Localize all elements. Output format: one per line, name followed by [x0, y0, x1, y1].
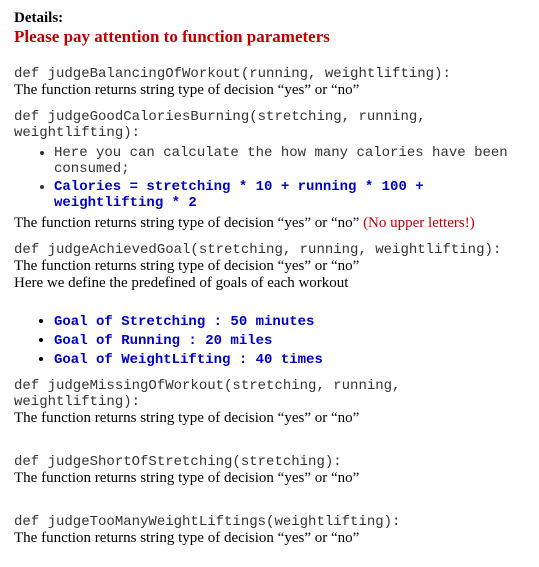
fn-balancing-sig: def judgeBalancingOfWorkout(running, wei…: [14, 66, 525, 82]
fn-goal-desc2: Here we define the predefined of goals o…: [14, 275, 525, 292]
fn-calories-desc: The function returns string type of deci…: [14, 215, 525, 232]
goal-weightlifting: Goal of WeightLifting : 40 times: [54, 352, 323, 368]
fn-goal-sig: def judgeAchievedGoal(stretching, runnin…: [14, 242, 525, 258]
fn-calories-li1: Here you can calculate the how many calo…: [54, 145, 525, 177]
fn-toomany-sig: def judgeTooManyWeightLiftings(weightlif…: [14, 514, 525, 530]
fn-short-sig: def judgeShortOfStretching(stretching):: [14, 454, 525, 470]
fn-goal-desc: The function returns string type of deci…: [14, 258, 525, 275]
fn-short-desc: The function returns string type of deci…: [14, 470, 525, 487]
details-heading: Details:: [14, 10, 525, 27]
fn-balancing-desc: The function returns string type of deci…: [14, 82, 525, 99]
fn-missing-desc: The function returns string type of deci…: [14, 410, 525, 427]
fn-calories-formula: Calories = stretching * 10 + running * 1…: [54, 179, 424, 211]
fn-toomany-desc: The function returns string type of deci…: [14, 530, 525, 547]
attention-heading: Please pay attention to function paramet…: [14, 27, 525, 47]
fn-missing-sig: def judgeMissingOfWorkout(stretching, ru…: [14, 378, 525, 410]
goal-running: Goal of Running : 20 miles: [54, 333, 272, 349]
fn-calories-sig: def judgeGoodCaloriesBurning(stretching,…: [14, 109, 525, 141]
goal-stretching: Goal of Stretching : 50 minutes: [54, 314, 314, 330]
